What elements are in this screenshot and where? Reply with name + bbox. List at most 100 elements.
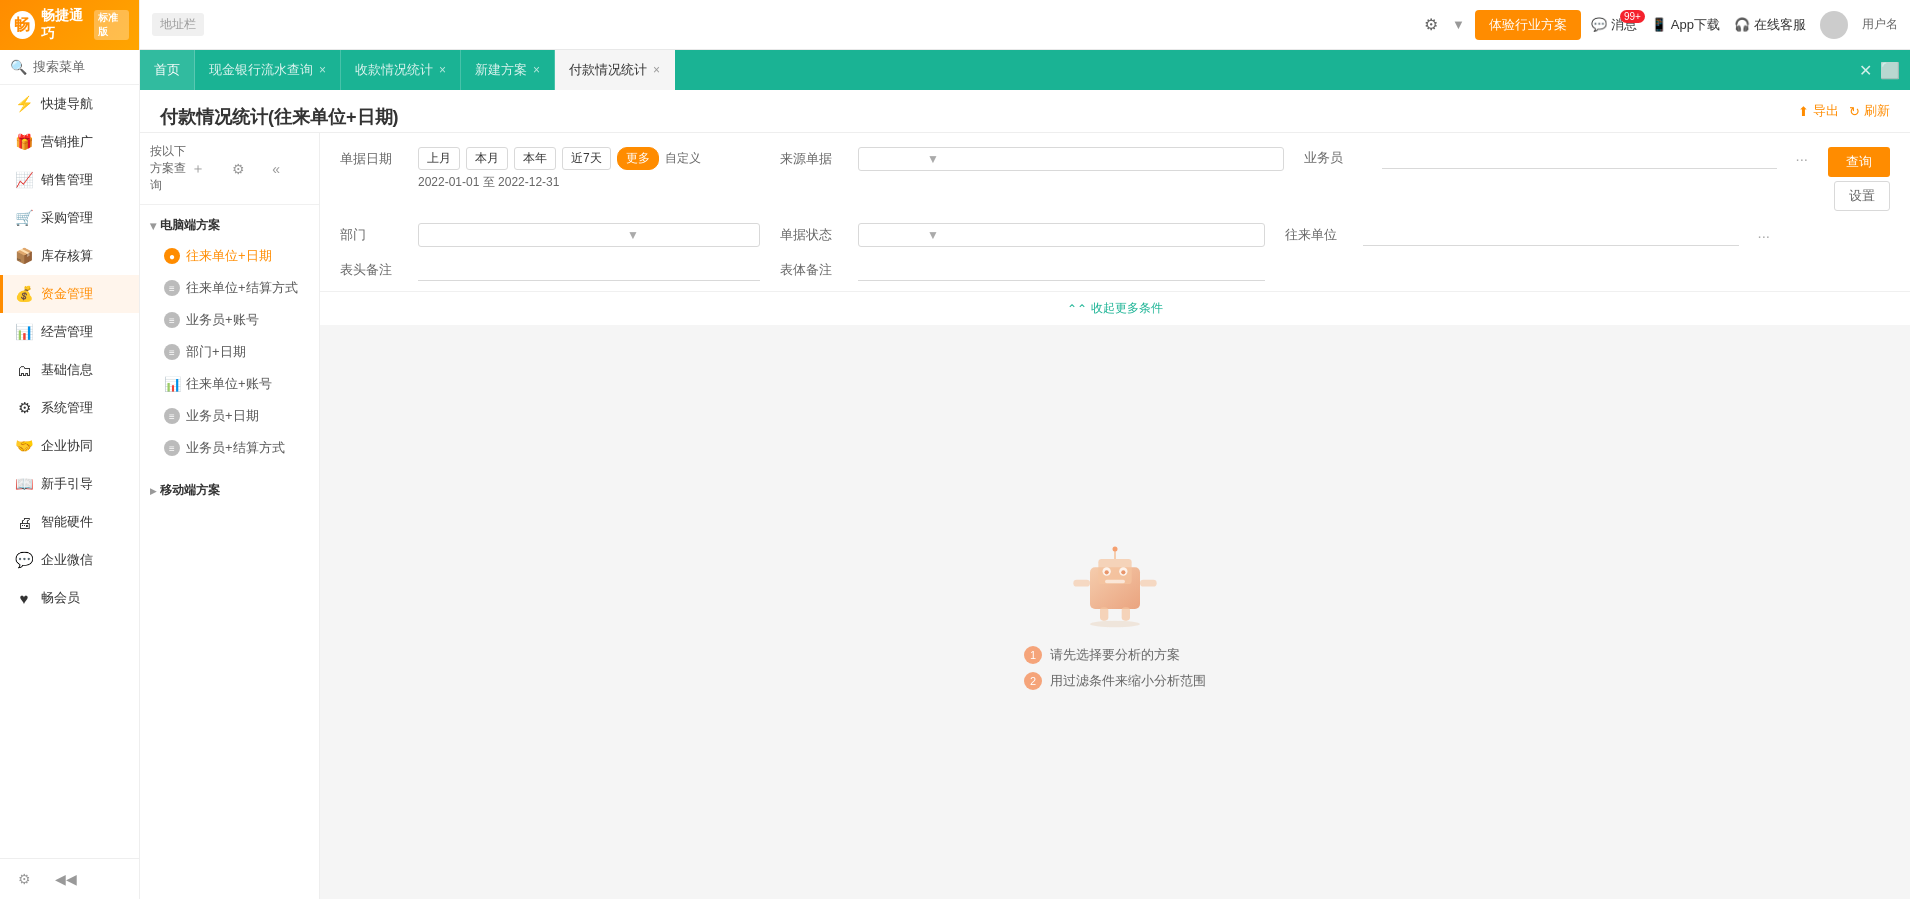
scheme-add-button[interactable]: ＋ [191, 160, 228, 178]
sidebar-collapse-button[interactable]: ◀◀ [47, 867, 85, 891]
tab-new-scheme-close-icon[interactable]: × [533, 63, 540, 77]
scheme-desktop-group-header[interactable]: ▾ 电脑端方案 [140, 211, 319, 240]
tab-bank[interactable]: 现金银行流水查询 × [195, 50, 341, 90]
voucher-status-chevron-icon: ▼ [927, 228, 939, 242]
wechat-icon: 💬 [15, 551, 33, 569]
staff-dots-icon[interactable]: ··· [1795, 150, 1808, 167]
scheme-item-staff-account[interactable]: ≡ 业务员+账号 [140, 304, 319, 336]
online-service-button[interactable]: 🎧 在线客服 [1734, 16, 1806, 34]
refresh-button[interactable]: ↻ 刷新 [1849, 102, 1890, 120]
voucher-status-select[interactable]: ▼ [858, 223, 1265, 247]
scheme-item-partner-settle-label: 往来单位+结算方式 [186, 279, 298, 297]
date-7days-button[interactable]: 近7天 [562, 147, 611, 170]
date-custom-label: 自定义 [665, 150, 701, 167]
source-chevron-icon: ▼ [927, 152, 939, 166]
collapse-bar[interactable]: ⌃⌃ 收起更多条件 [320, 291, 1910, 325]
scheme-item-partner-account[interactable]: 📊 往来单位+账号 [140, 368, 319, 400]
tab-payment-close-icon[interactable]: × [653, 63, 660, 77]
sidebar-item-finance[interactable]: 💰 资金管理 [0, 275, 139, 313]
scheme-item-dept-date[interactable]: ≡ 部门+日期 [140, 336, 319, 368]
sidebar-item-wechat[interactable]: 💬 企业微信 [0, 541, 139, 579]
partner-input[interactable] [1363, 228, 1739, 242]
address-text: 地址栏 [152, 13, 204, 36]
tab-payment[interactable]: 付款情况统计 × [555, 50, 675, 90]
filter-area: 单据日期 上月 本月 本年 近7天 更多 自定义 [320, 133, 1910, 291]
sidebar-item-newbie[interactable]: 📖 新手引导 [0, 465, 139, 503]
sidebar-item-basic[interactable]: 🗂 基础信息 [0, 351, 139, 389]
scheme-item-staff-settle[interactable]: ≡ 业务员+结算方式 [140, 432, 319, 464]
svg-point-13 [1090, 621, 1140, 628]
tab-bank-close-icon[interactable]: × [319, 63, 326, 77]
operation-label: 经营管理 [41, 323, 93, 341]
sidebar-item-hardware[interactable]: 🖨 智能硬件 [0, 503, 139, 541]
date-label: 单据日期 [340, 150, 410, 168]
dept-select[interactable]: ▼ [418, 223, 760, 247]
sidebar-item-operation[interactable]: 📊 经营管理 [0, 313, 139, 351]
sidebar-item-marketing[interactable]: 🎁 营销推广 [0, 123, 139, 161]
date-this-month-button[interactable]: 本月 [466, 147, 508, 170]
export-button[interactable]: ⬆ 导出 [1798, 102, 1839, 120]
scheme-item-partner-date-label: 往来单位+日期 [186, 247, 272, 265]
sidebar-item-inventory[interactable]: 📦 库存核算 [0, 237, 139, 275]
app-download-button[interactable]: 📱 App下载 [1651, 16, 1720, 34]
trial-button[interactable]: 体验行业方案 [1475, 10, 1581, 40]
date-range-value: 2022-01-01 至 2022-12-31 [418, 175, 559, 189]
empty-hint-1: 1 请先选择要分析的方案 [1024, 646, 1206, 664]
tab-new-scheme[interactable]: 新建方案 × [461, 50, 555, 90]
topbar-right: 💬 消息 99+ 📱 App下载 🎧 在线客服 用户名 [1591, 11, 1898, 39]
tab-maximize-icon[interactable]: ⬜ [1880, 61, 1900, 80]
tab-close-all-icon[interactable]: ✕ [1859, 61, 1872, 80]
footer-gear-button[interactable]: ⚙ [10, 867, 39, 891]
brand-name: 畅捷通巧 [41, 7, 91, 43]
tab-home[interactable]: 首页 [140, 50, 195, 90]
tab-receivable-close-icon[interactable]: × [439, 63, 446, 77]
scheme-item-bar-icon: 📊 [164, 376, 180, 392]
memo-header-label: 表头备注 [340, 261, 410, 279]
memo-body-input[interactable] [858, 263, 1265, 277]
service-icon: 🎧 [1734, 17, 1750, 32]
sidebar-item-purchase[interactable]: 🛒 采购管理 [0, 199, 139, 237]
avatar[interactable] [1820, 11, 1848, 39]
topbar-chevron-icon[interactable]: ▼ [1452, 17, 1465, 32]
source-select[interactable]: ▼ [858, 147, 1284, 171]
wechat-label: 企业微信 [41, 551, 93, 569]
username-label[interactable]: 用户名 [1862, 16, 1898, 33]
scheme-collapse-button[interactable]: « [272, 161, 309, 177]
settings-button[interactable]: 设置 [1834, 181, 1890, 211]
scheme-item-dept-date-label: 部门+日期 [186, 343, 246, 361]
scheme-item-partner-date[interactable]: ● 往来单位+日期 [140, 240, 319, 272]
export-label: 导出 [1813, 102, 1839, 120]
sidebar-item-vip[interactable]: ♥ 畅会员 [0, 579, 139, 617]
sidebar-item-system[interactable]: ⚙ 系统管理 [0, 389, 139, 427]
tab-receivable[interactable]: 收款情况统计 × [341, 50, 461, 90]
scheme-desktop-label: 电脑端方案 [160, 217, 220, 234]
page-title: 付款情况统计(往来单位+日期) [160, 105, 1798, 129]
scheme-settings-button[interactable]: ⚙ [232, 161, 269, 177]
scheme-item-partner-account-label: 往来单位+账号 [186, 375, 272, 393]
scheme-item-staff-date[interactable]: ≡ 业务员+日期 [140, 400, 319, 432]
partner-dots-icon[interactable]: ··· [1757, 227, 1770, 244]
sales-label: 销售管理 [41, 171, 93, 189]
scheme-mobile-group-header[interactable]: ▸ 移动端方案 [140, 476, 319, 505]
date-this-year-button[interactable]: 本年 [514, 147, 556, 170]
sidebar-item-sales[interactable]: 📈 销售管理 [0, 161, 139, 199]
query-button[interactable]: 查询 [1828, 147, 1890, 177]
date-last-month-button[interactable]: 上月 [418, 147, 460, 170]
memo-header-input[interactable] [418, 263, 760, 277]
topbar-gear-icon[interactable]: ⚙ [1424, 15, 1438, 34]
scheme-item-active-icon: ● [164, 248, 180, 264]
scheme-item-icon: ≡ [164, 312, 180, 328]
vip-icon: ♥ [15, 590, 33, 607]
export-icon: ⬆ [1798, 104, 1809, 119]
purchase-icon: 🛒 [15, 209, 33, 227]
page-actions: ⬆ 导出 ↻ 刷新 [1798, 102, 1890, 132]
marketing-icon: 🎁 [15, 133, 33, 151]
staff-input[interactable] [1382, 151, 1777, 165]
inventory-icon: 📦 [15, 247, 33, 265]
scheme-item-partner-settle[interactable]: ≡ 往来单位+结算方式 [140, 272, 319, 304]
sidebar-item-quick-nav[interactable]: ⚡ 快捷导航 [0, 85, 139, 123]
message-button[interactable]: 💬 消息 99+ [1591, 16, 1637, 34]
date-more-button[interactable]: 更多 [617, 147, 659, 170]
search-menu[interactable]: 🔍 搜索菜单 [0, 50, 139, 85]
sidebar-item-cooperation[interactable]: 🤝 企业协同 [0, 427, 139, 465]
